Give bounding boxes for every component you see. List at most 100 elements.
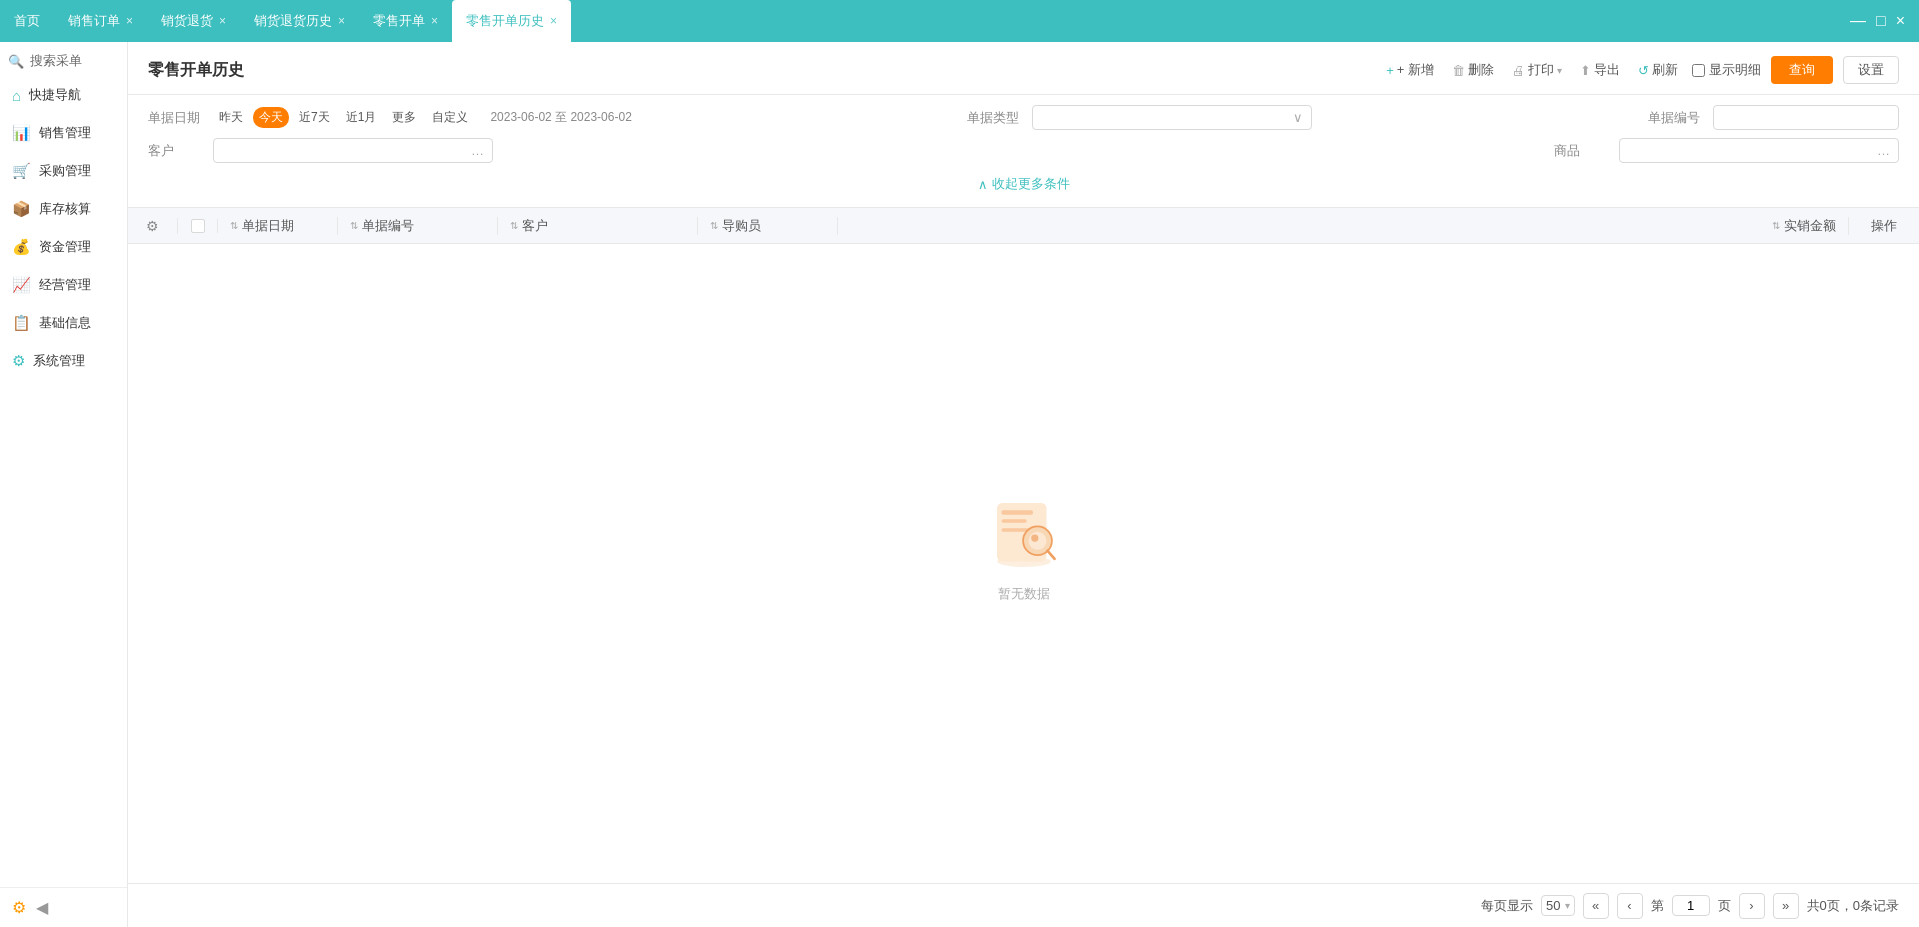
settings-gear-icon[interactable]: ⚙ [12,898,26,917]
per-page-select[interactable]: 50 ▾ [1541,895,1574,916]
window-max-button[interactable]: □ [1876,12,1886,30]
prev-page-button[interactable]: ‹ [1617,893,1643,919]
sidebar-item-management[interactable]: 📈 经营管理 [0,266,127,304]
goods-filter-input[interactable]: … [1619,138,1899,163]
setting-button[interactable]: 设置 [1843,56,1899,84]
sidebar-item-purchase[interactable]: 🛒 采购管理 [0,152,127,190]
date-opt-yesterday[interactable]: 昨天 [213,107,249,128]
sidebar-item-finance[interactable]: 💰 资金管理 [0,228,127,266]
type-select-arrow: ∨ [1293,110,1303,125]
tab-sales-return-close[interactable]: × [219,14,226,28]
toolbar: + + 新增 🗑 删除 🖨 打印 ▾ ⬆ 导出 [1382,56,1899,84]
svg-rect-2 [1001,510,1033,515]
customer-more-icon: … [471,143,484,158]
sidebar-item-shortcut-label: 快捷导航 [29,86,81,104]
tab-retail-order[interactable]: 零售开单 × [359,0,452,42]
add-button[interactable]: + + 新增 [1382,59,1438,81]
window-close-button[interactable]: × [1896,12,1905,30]
sidebar-item-inventory[interactable]: 📦 库存核算 [0,190,127,228]
filter-row-1: 单据日期 昨天 今天 近7天 近1月 更多 自定义 2023-06-02 至 2… [148,105,1899,130]
collapse-label: 收起更多条件 [992,175,1070,193]
col-customer-label: 客户 [522,217,548,235]
sidebar: 🔍 搜索采单 ⌂ 快捷导航 📊 销售管理 🛒 采购管理 📦 库存核算 💰 资金管… [0,42,128,927]
tab-bar: 首页 销售订单 × 销货退货 × 销货退货历史 × 零售开单 × 零售开单历史 … [0,0,1836,42]
delete-button[interactable]: 🗑 删除 [1448,59,1498,81]
show-detail-checkbox-label[interactable]: 显示明细 [1692,61,1761,79]
select-all-checkbox[interactable] [191,219,205,233]
svg-line-7 [1047,550,1054,558]
tab-retail-history-label: 零售开单历史 [466,12,544,30]
svg-point-6 [1028,531,1046,549]
finance-icon: 💰 [12,238,31,256]
type-filter-select[interactable]: ∨ [1032,105,1312,130]
query-button[interactable]: 查询 [1771,56,1833,84]
first-page-button[interactable]: « [1583,893,1609,919]
tab-sales-order-close[interactable]: × [126,14,133,28]
last-page-icon: » [1782,898,1789,913]
col-date-header[interactable]: ⇅ 单据日期 [218,217,338,235]
sales-icon: 📊 [12,124,31,142]
tab-retail-history[interactable]: 零售开单历史 × [452,0,571,42]
management-icon: 📈 [12,276,31,294]
col-amount-label: 实销金额 [1784,217,1836,235]
no-filter-input[interactable] [1713,105,1899,130]
print-dropdown-icon: ▾ [1557,65,1562,76]
sidebar-item-system-label: 系统管理 [33,352,85,370]
page-number-input[interactable] [1672,895,1710,916]
sidebar-item-system[interactable]: ⚙ 系统管理 [0,342,127,380]
table-header: ⚙ ⇅ 单据日期 ⇅ 单据编号 ⇅ 客户 ⇅ [128,208,1919,244]
col-amount-header[interactable]: ⇅ 实销金额 [1749,217,1849,235]
col-guide-header[interactable]: ⇅ 导购员 [698,217,838,235]
col-guide-label: 导购员 [722,217,761,235]
col-check-header[interactable] [178,219,218,233]
home-icon: ⌂ [12,87,21,104]
tab-sales-return[interactable]: 销货退货 × [147,0,240,42]
date-opt-1month[interactable]: 近1月 [340,107,383,128]
empty-state: 暂无数据 [128,244,1919,883]
date-opt-today[interactable]: 今天 [253,107,289,128]
date-sort-icon: ⇅ [230,220,238,231]
col-customer-header[interactable]: ⇅ 客户 [498,217,698,235]
sidebar-search[interactable]: 🔍 搜索采单 [0,42,127,76]
customer-sort-icon: ⇅ [510,220,518,231]
date-opt-7days[interactable]: 近7天 [293,107,336,128]
date-filter-label: 单据日期 [148,109,203,127]
page-label: 页 [1718,897,1731,915]
table-area: ⚙ ⇅ 单据日期 ⇅ 单据编号 ⇅ 客户 ⇅ [128,208,1919,883]
refresh-button[interactable]: ↺ 刷新 [1634,59,1682,81]
print-label: 打印 [1528,61,1554,79]
window-min-button[interactable]: — [1850,12,1866,30]
customer-filter-input[interactable]: … [213,138,493,163]
tab-home[interactable]: 首页 [0,0,54,42]
sidebar-search-label: 搜索采单 [30,52,82,70]
tab-sales-return-history[interactable]: 销货退货历史 × [240,0,359,42]
export-button[interactable]: ⬆ 导出 [1576,59,1624,81]
col-settings-header[interactable]: ⚙ [128,218,178,234]
tab-retail-order-close[interactable]: × [431,14,438,28]
sidebar-item-finance-label: 资金管理 [39,238,91,256]
page-title: 零售开单历史 [148,60,244,81]
collapse-row[interactable]: ∧ 收起更多条件 [148,171,1899,197]
tab-sales-order[interactable]: 销售订单 × [54,0,147,42]
export-label: 导出 [1594,61,1620,79]
print-button[interactable]: 🖨 打印 ▾ [1508,59,1566,81]
goods-filter-label: 商品 [1554,142,1609,160]
no-filter-label: 单据编号 [1648,109,1703,127]
last-page-button[interactable]: » [1773,893,1799,919]
sidebar-item-sales[interactable]: 📊 销售管理 [0,114,127,152]
date-opt-more[interactable]: 更多 [386,107,422,128]
window-controls: — □ × [1836,12,1919,30]
date-opt-custom[interactable]: 自定义 [426,107,474,128]
sidebar-collapse-icon[interactable]: ◀ [36,898,48,917]
tab-retail-history-close[interactable]: × [550,14,557,28]
sidebar-item-basic[interactable]: 📋 基础信息 [0,304,127,342]
setting-label: 设置 [1858,62,1884,77]
show-detail-checkbox[interactable] [1692,64,1705,77]
table-settings-gear-icon[interactable]: ⚙ [146,218,159,234]
col-action-label: 操作 [1871,217,1897,235]
total-text: 共0页，0条记录 [1807,897,1899,915]
next-page-button[interactable]: › [1739,893,1765,919]
col-no-header[interactable]: ⇅ 单据编号 [338,217,498,235]
tab-sales-return-history-close[interactable]: × [338,14,345,28]
sidebar-item-shortcut[interactable]: ⌂ 快捷导航 [0,76,127,114]
